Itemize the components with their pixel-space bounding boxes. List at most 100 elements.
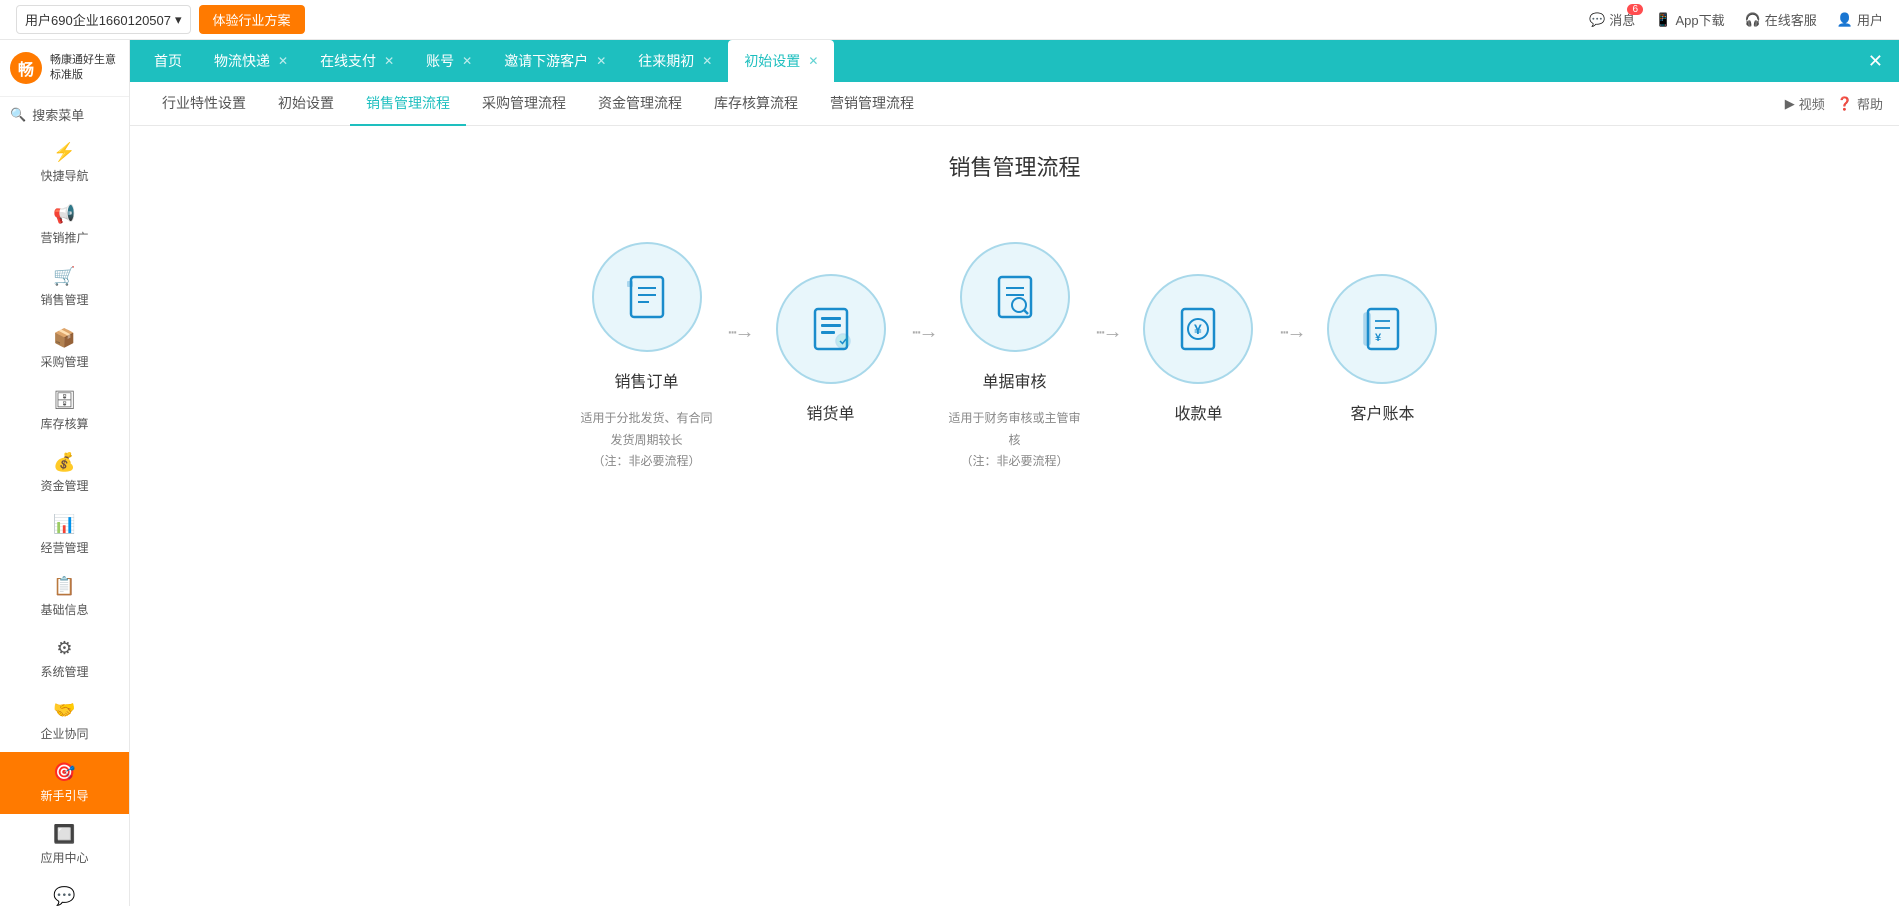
flow-circle-sales-order[interactable]	[592, 242, 702, 352]
svg-text:¥: ¥	[1194, 321, 1202, 337]
company-name: 用户690企业1660120507	[25, 10, 171, 29]
purchase-mgmt-icon: 📦	[53, 328, 75, 349]
logo-icon: 畅	[10, 52, 42, 84]
sidebar-item-label: 企业协同	[40, 725, 88, 742]
sidebar-item-label: 库存核算	[40, 415, 88, 432]
flow-step-customer-ledger-label: 客户账本	[1350, 400, 1414, 424]
search-label: 搜索菜单	[32, 105, 84, 124]
flow-step-customer-ledger: ¥ 客户账本	[1302, 274, 1462, 440]
nav-tab-init-settings[interactable]: 初始设置 ✕	[728, 40, 834, 82]
user-item[interactable]: 👤 用户	[1837, 10, 1883, 29]
nav-tab-invite-close[interactable]: ✕	[596, 54, 606, 68]
nav-tab-account-close[interactable]: ✕	[462, 54, 472, 68]
flow-circle-audit[interactable]	[960, 242, 1070, 352]
flow-step-sales-delivery: 销货单	[751, 274, 911, 440]
sub-tab-purchase-flow[interactable]: 采购管理流程	[466, 82, 582, 126]
sidebar-item-enterprise-wechat[interactable]: 💬 企业微信	[0, 876, 129, 906]
flow-diagram: 销售订单 适用于分批发货、有合同发货周期较长（注：非必要流程） ···→	[170, 242, 1859, 473]
sidebar-item-ops-mgmt[interactable]: 📊 经营管理	[0, 504, 129, 566]
sub-tab-init-settings[interactable]: 初始设置	[262, 82, 350, 126]
app-download-item[interactable]: 📱 App下载	[1655, 10, 1724, 29]
sub-tab-industry-settings[interactable]: 行业特性设置	[146, 82, 262, 126]
new-guide-icon: 🎯	[53, 762, 75, 783]
nav-close-all[interactable]: ✕	[1860, 51, 1891, 72]
message-icon-item[interactable]: 💬 消息 6	[1589, 10, 1635, 29]
sidebar-item-label: 资金管理	[40, 477, 88, 494]
sub-tab-marketing-flow-label: 营销管理流程	[830, 93, 914, 113]
flow-circle-sales-delivery[interactable]	[776, 274, 886, 384]
company-select[interactable]: 用户690企业1660120507 ▾	[16, 5, 191, 34]
nav-tab-logistics-close[interactable]: ✕	[278, 54, 288, 68]
flow-arrow-2: ···→	[911, 321, 935, 344]
sidebar-item-enterprise-coop[interactable]: 🤝 企业协同	[0, 690, 129, 752]
flow-circle-receipt[interactable]: ¥	[1143, 274, 1253, 384]
marketing-promo-icon: 📢	[53, 204, 75, 225]
sidebar-item-quick-nav[interactable]: ⚡ 快捷导航	[0, 132, 129, 194]
sidebar-item-basic-info[interactable]: 📋 基础信息	[0, 566, 129, 628]
nav-tab-invite[interactable]: 邀请下游客户 ✕	[488, 40, 622, 82]
nav-tab-period[interactable]: 往来期初 ✕	[622, 40, 728, 82]
sidebar-item-sys-mgmt[interactable]: ⚙ 系统管理	[0, 628, 129, 690]
sub-tab-inventory-flow-label: 库存核算流程	[714, 93, 798, 113]
sales-delivery-icon	[805, 303, 857, 355]
help-link[interactable]: ❓ 帮助	[1837, 94, 1883, 113]
user-label: 用户	[1857, 10, 1883, 29]
audit-icon	[989, 271, 1041, 323]
nav-tab-home[interactable]: 首页	[138, 40, 198, 82]
sidebar-item-new-guide[interactable]: 🎯 新手引导	[0, 752, 129, 814]
sub-tab-right: ▶ 视频 ❓ 帮助	[1785, 94, 1883, 113]
app-icon: 📱	[1655, 12, 1671, 28]
flow-arrow-1: ···→	[727, 321, 751, 344]
sidebar-item-capital-mgmt[interactable]: 💰 资金管理	[0, 442, 129, 504]
sub-tab-sales-flow-label: 销售管理流程	[366, 93, 450, 113]
search-icon: 🔍	[10, 107, 26, 123]
help-icon: ❓	[1837, 96, 1853, 112]
main-layout: 畅 畅康通好生意 标准版 🔍 搜索菜单 ⚡ 快捷导航 📢 营销推广 🛒 销售管理…	[0, 40, 1899, 906]
flow-step-sales-order: 销售订单 适用于分批发货、有合同发货周期较长（注：非必要流程）	[567, 242, 727, 473]
nav-tab-home-label: 首页	[154, 51, 182, 71]
video-link[interactable]: ▶ 视频	[1785, 94, 1825, 113]
nav-tab-payment-label: 在线支付	[320, 51, 376, 71]
sidebar-item-label: 经营管理	[40, 539, 88, 556]
sub-tab-capital-flow[interactable]: 资金管理流程	[582, 82, 698, 126]
flow-step-sales-delivery-label: 销货单	[807, 400, 855, 424]
flow-step-sales-order-label: 销售订单	[615, 368, 679, 392]
nav-tab-logistics[interactable]: 物流快递 ✕	[198, 40, 304, 82]
sidebar-item-label: 快捷导航	[40, 167, 88, 184]
nav-tab-account[interactable]: 账号 ✕	[410, 40, 488, 82]
enterprise-coop-icon: 🤝	[53, 700, 75, 721]
capital-mgmt-icon: 💰	[53, 452, 75, 473]
flow-step-receipt-label: 收款单	[1174, 400, 1222, 424]
sidebar-item-inventory[interactable]: 🗄 库存核算	[0, 380, 129, 442]
content-area: 首页 物流快递 ✕ 在线支付 ✕ 账号 ✕ 邀请下游客户 ✕ 往来期初 ✕	[130, 40, 1899, 906]
flow-circle-customer-ledger[interactable]: ¥	[1327, 274, 1437, 384]
sidebar-item-purchase-mgmt[interactable]: 📦 采购管理	[0, 318, 129, 380]
sub-tab-marketing-flow[interactable]: 营销管理流程	[814, 82, 930, 126]
sidebar-item-label: 基础信息	[40, 601, 88, 618]
sidebar-item-sales-mgmt[interactable]: 🛒 销售管理	[0, 256, 129, 318]
sidebar-logo: 畅 畅康通好生意 标准版	[0, 40, 129, 97]
nav-tab-account-label: 账号	[426, 51, 454, 71]
top-bar-right: 💬 消息 6 📱 App下载 🎧 在线客服 👤 用户	[1589, 10, 1883, 29]
page-title: 销售管理流程	[170, 150, 1859, 182]
nav-tab-payment-close[interactable]: ✕	[384, 54, 394, 68]
sub-tab-sales-flow[interactable]: 销售管理流程	[350, 82, 466, 126]
customer-ledger-icon: ¥	[1356, 303, 1408, 355]
sub-tab-bar: 行业特性设置 初始设置 销售管理流程 采购管理流程 资金管理流程 库存核算流程 …	[130, 82, 1899, 126]
nav-tab-init-settings-close[interactable]: ✕	[808, 54, 818, 68]
sidebar-item-marketing-promo[interactable]: 📢 营销推广	[0, 194, 129, 256]
user-avatar: 👤	[1837, 12, 1853, 28]
sidebar-item-label: 新手引导	[40, 787, 88, 804]
experience-button[interactable]: 体验行业方案	[199, 5, 305, 34]
top-bar: 用户690企业1660120507 ▾ 体验行业方案 💬 消息 6 📱 App下…	[0, 0, 1899, 40]
sidebar-item-label: 销售管理	[40, 291, 88, 308]
sidebar-item-app-center[interactable]: 🔲 应用中心	[0, 814, 129, 876]
ops-mgmt-icon: 📊	[53, 514, 75, 535]
nav-tab-period-close[interactable]: ✕	[702, 54, 712, 68]
service-item[interactable]: 🎧 在线客服	[1745, 10, 1817, 29]
message-icon: 💬	[1589, 12, 1605, 28]
sub-tab-inventory-flow[interactable]: 库存核算流程	[698, 82, 814, 126]
nav-tab-payment[interactable]: 在线支付 ✕	[304, 40, 410, 82]
flow-arrow-4: ···→	[1278, 321, 1302, 344]
sidebar-search[interactable]: 🔍 搜索菜单	[0, 97, 129, 132]
